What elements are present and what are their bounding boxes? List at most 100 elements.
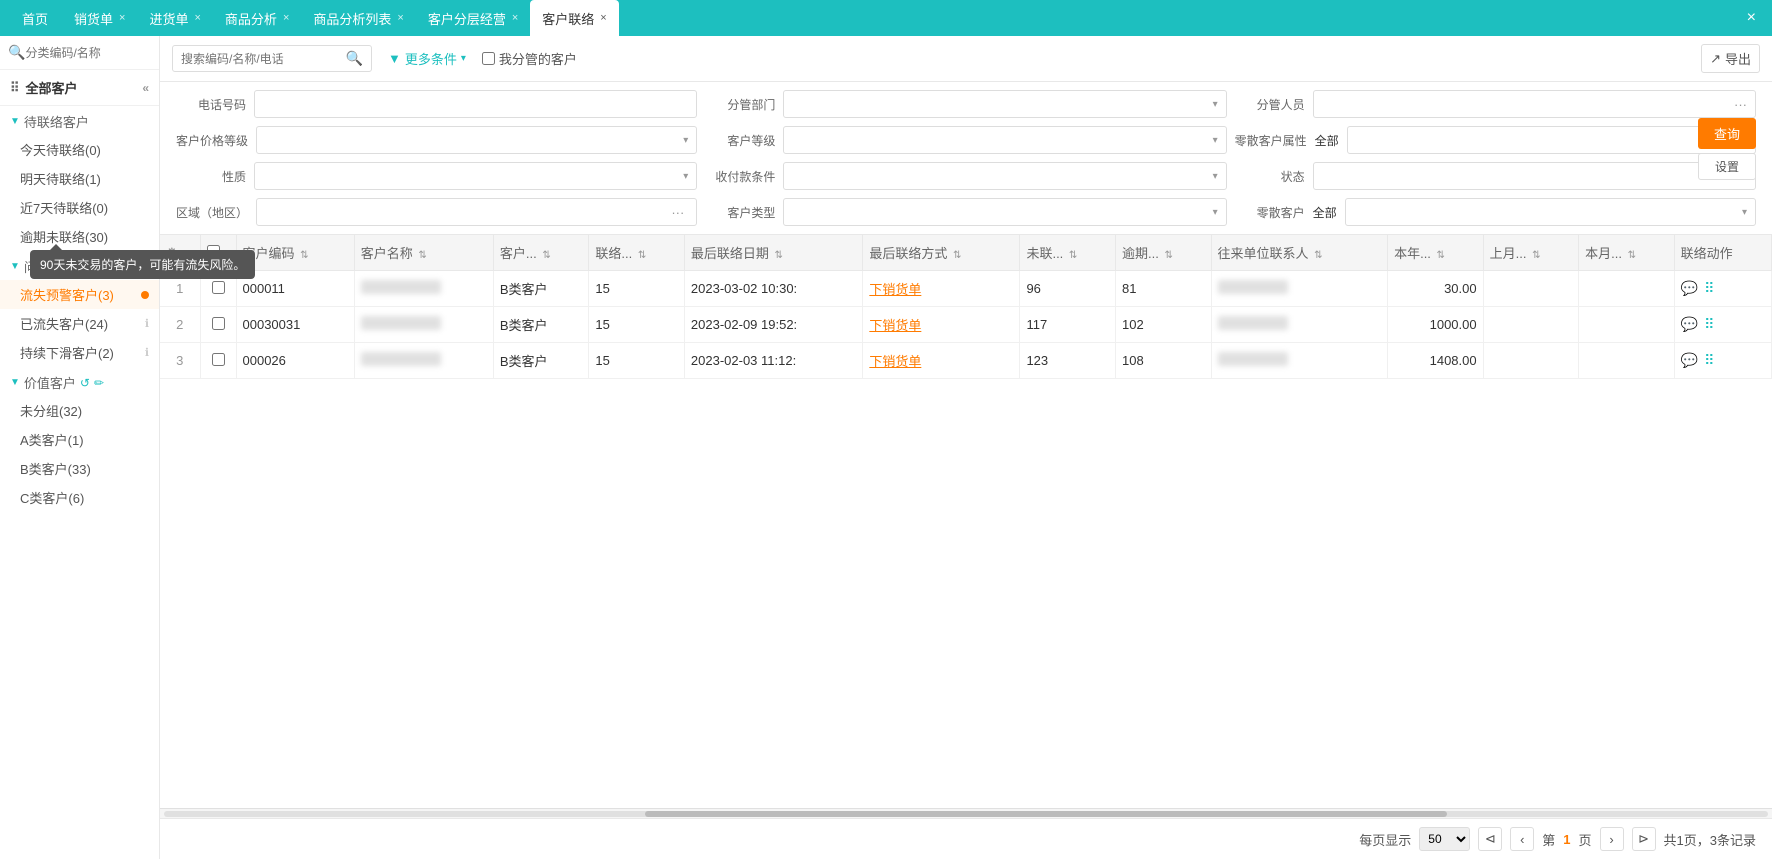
cell-last-month: [1483, 271, 1579, 307]
nav-tab-contact-close[interactable]: ×: [600, 12, 606, 24]
first-page-btn[interactable]: ⊲: [1478, 827, 1502, 851]
contact-sort-icon[interactable]: ⇅: [638, 250, 646, 261]
phone-input[interactable]: [254, 90, 697, 118]
value-refresh-icon[interactable]: ↺: [80, 376, 90, 390]
sidebar-item-overdue[interactable]: 逾期未联络(30): [0, 222, 159, 251]
sidebar-item-today[interactable]: 今天待联络(0): [0, 135, 159, 164]
nav-tab-sales-close[interactable]: ×: [119, 12, 125, 24]
scrollbar-track: [164, 811, 1768, 817]
th-this-year: 本年... ⇅: [1388, 235, 1484, 271]
prev-page-btn[interactable]: ‹: [1510, 827, 1534, 851]
value-edit-icon[interactable]: ✏: [94, 376, 104, 390]
my-customers-checkbox[interactable]: 我分管的客户: [482, 49, 577, 68]
more-icon-2[interactable]: ⠿: [1704, 352, 1714, 369]
sidebar-group-pending[interactable]: ▼ 待联络客户: [0, 106, 159, 135]
more-icon-0[interactable]: ⠿: [1704, 280, 1714, 297]
manager-dots[interactable]: ···: [1734, 97, 1747, 112]
nav-tab-purchase[interactable]: 进货单 ×: [137, 0, 212, 36]
last-page-btn[interactable]: ⊳: [1632, 827, 1656, 851]
nature-select[interactable]: ▾: [254, 162, 697, 190]
per-page-select[interactable]: 50 100 200: [1419, 827, 1470, 851]
overdue-sort-icon[interactable]: ⇅: [1164, 250, 1172, 261]
dept-select[interactable]: ▾: [783, 90, 1226, 118]
query-button[interactable]: 查询: [1698, 118, 1756, 149]
sidebar-item-declining[interactable]: 持续下滑客户(2) ℹ: [0, 338, 159, 367]
last-method-link[interactable]: 下销货单: [869, 282, 921, 297]
type-sort-icon[interactable]: ⇅: [542, 250, 550, 261]
filter-icon: ▼: [388, 51, 401, 66]
settings-button[interactable]: 设置: [1698, 153, 1756, 180]
zero-purchase-select[interactable]: ▾: [1347, 126, 1756, 154]
sidebar-item-churn-warning[interactable]: 流失预警客户(3): [0, 280, 159, 309]
search-input[interactable]: [181, 52, 346, 66]
nav-tab-sales[interactable]: 销货单 ×: [62, 0, 137, 36]
name-sort-icon[interactable]: ⇅: [418, 250, 426, 261]
nav-tab-crm-close[interactable]: ×: [512, 12, 518, 24]
chat-icon-2[interactable]: 💬: [1681, 352, 1698, 369]
code-sort-icon[interactable]: ⇅: [300, 250, 308, 261]
last-month-sort-icon[interactable]: ⇅: [1532, 250, 1540, 261]
filter-field-customer-type: 客户类型 ▾: [705, 198, 1226, 226]
th-action: 联络动作: [1674, 235, 1771, 271]
filter-row-4: 区域（地区） ··· 客户类型 ▾ 零散客户 全部: [176, 198, 1756, 226]
sidebar-item-ungrouped[interactable]: 未分组(32): [0, 396, 159, 425]
nav-tab-home[interactable]: 首页: [8, 0, 62, 36]
more-conditions-btn[interactable]: ▼ 更多条件 ▾: [380, 45, 474, 72]
nav-tab-analysis-close[interactable]: ×: [283, 12, 289, 24]
nav-tab-crm[interactable]: 客户分层经营 ×: [416, 0, 530, 36]
row-checkbox-2[interactable]: [212, 353, 225, 366]
last-method-link[interactable]: 下销货单: [869, 318, 921, 333]
nav-tab-contact[interactable]: 客户联络 ×: [530, 0, 618, 36]
sidebar-item-a-class[interactable]: A类客户(1): [0, 425, 159, 454]
this-year-sort-icon[interactable]: ⇅: [1437, 250, 1445, 261]
sidebar-item-c-class[interactable]: C类客户(6): [0, 483, 159, 512]
this-month-sort-icon[interactable]: ⇅: [1628, 250, 1636, 261]
chat-icon-0[interactable]: 💬: [1681, 280, 1698, 297]
nav-tab-purchase-close[interactable]: ×: [194, 12, 200, 24]
nav-tab-analysis[interactable]: 商品分析 ×: [213, 0, 301, 36]
sidebar-all-customers[interactable]: ⠿ 全部客户 «: [0, 70, 159, 106]
export-btn[interactable]: ↗ 导出: [1701, 44, 1760, 73]
nav-tab-analysis-list[interactable]: 商品分析列表 ×: [301, 0, 415, 36]
more-icon-1[interactable]: ⠿: [1704, 316, 1714, 333]
horizontal-scrollbar[interactable]: [160, 808, 1772, 818]
sidebar-group-value[interactable]: ▼ 价值客户 ↺ ✏: [0, 367, 159, 396]
next-page-btn[interactable]: ›: [1600, 827, 1624, 851]
th-overdue-label: 逾期...: [1122, 246, 1159, 261]
payment-select[interactable]: ▾: [783, 162, 1226, 190]
sidebar-item-tomorrow[interactable]: 明天待联络(1): [0, 164, 159, 193]
sidebar-item-7days[interactable]: 近7天待联络(0): [0, 193, 159, 222]
customer-type-select[interactable]: ▾: [783, 198, 1226, 226]
filter-field-phone: 电话号码: [176, 90, 697, 118]
row-checkbox-0[interactable]: [212, 281, 225, 294]
window-close-button[interactable]: ×: [1739, 5, 1764, 31]
th-last-method-label: 最后联络方式: [869, 246, 947, 261]
sidebar-collapse-btn[interactable]: «: [142, 81, 149, 95]
zero-customer-select[interactable]: ▾: [1345, 198, 1756, 226]
status-select[interactable]: ▾: [1313, 162, 1756, 190]
last-method-sort-icon[interactable]: ⇅: [953, 250, 961, 261]
chat-icon-1[interactable]: 💬: [1681, 316, 1698, 333]
manager-select[interactable]: ···: [1313, 90, 1756, 118]
payment-label: 收付款条件: [705, 168, 775, 185]
last-method-link[interactable]: 下销货单: [869, 354, 921, 369]
my-customers-check[interactable]: [482, 52, 495, 65]
price-level-select[interactable]: ▾: [256, 126, 697, 154]
nav-tab-analysis-list-close[interactable]: ×: [397, 12, 403, 24]
sidebar-search-input[interactable]: [25, 46, 160, 60]
region-dots[interactable]: ···: [667, 205, 688, 220]
chevron-down-icon: ▾: [461, 53, 466, 64]
no-contact-sort-icon[interactable]: ⇅: [1069, 250, 1077, 261]
last-date-sort-icon[interactable]: ⇅: [775, 250, 783, 261]
region-select[interactable]: ···: [256, 198, 697, 226]
sidebar-item-b-class[interactable]: B类客户(33): [0, 454, 159, 483]
sidebar-item-churned[interactable]: 已流失客户(24) ℹ: [0, 309, 159, 338]
unit-contact-sort-icon[interactable]: ⇅: [1314, 250, 1322, 261]
search-icon[interactable]: 🔍: [346, 50, 363, 67]
group-value-label: 价值客户: [24, 373, 76, 392]
cell-no-contact: 96: [1020, 271, 1116, 307]
row-checkbox-1[interactable]: [212, 317, 225, 330]
nav-tab-contact-label: 客户联络: [542, 9, 594, 28]
scrollbar-thumb[interactable]: [645, 811, 1447, 817]
customer-level-select[interactable]: ▾: [783, 126, 1226, 154]
